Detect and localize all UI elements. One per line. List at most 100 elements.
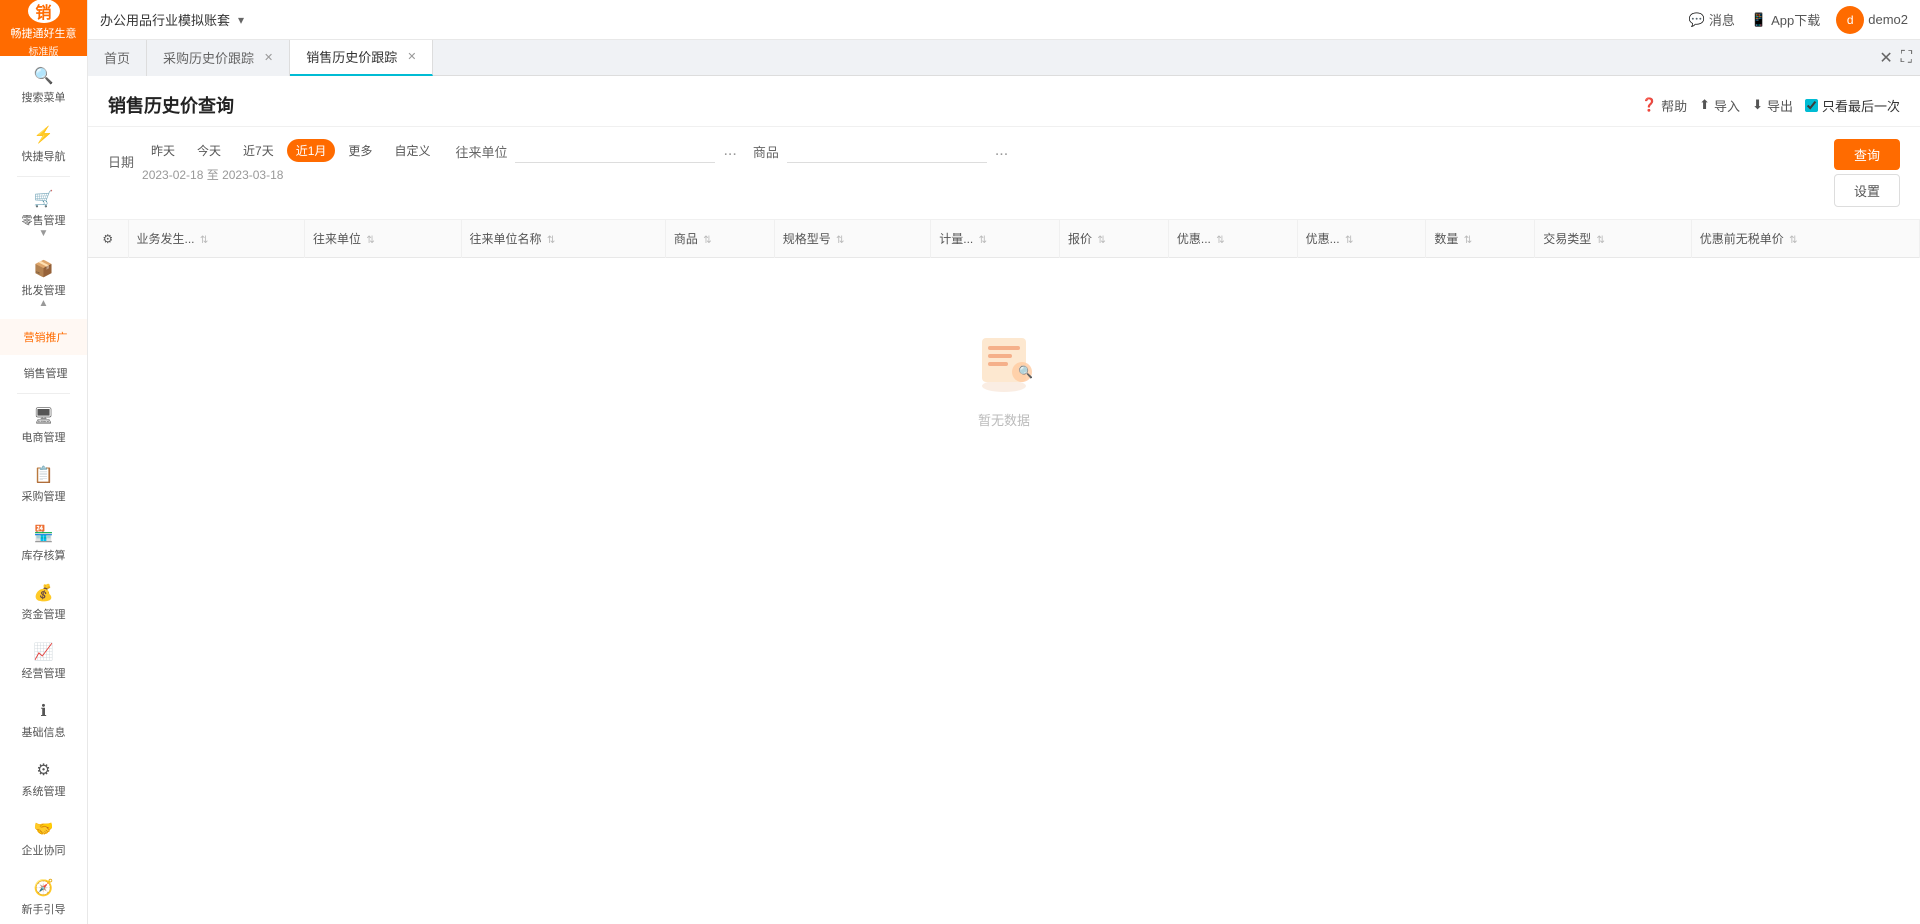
counterparty-filter-group: 往来单位 ... bbox=[455, 139, 736, 163]
col-business-date[interactable]: 业务发生... ⇅ bbox=[128, 220, 304, 258]
page-header: 销售历史价查询 ❓ 帮助 ⬆ 导入 ⬇ 导出 只看最后一次 bbox=[88, 76, 1920, 127]
topbar: 办公用品行业模拟账套 ▾ 💬 消息 📱 App下载 d demo2 bbox=[88, 0, 1920, 40]
topbar-message-btn[interactable]: 💬 消息 bbox=[1689, 10, 1735, 29]
col-product[interactable]: 商品 ⇅ bbox=[665, 220, 774, 258]
sidebar-item-label-purchase: 采购管理 bbox=[22, 488, 66, 504]
col-discount1[interactable]: 优惠... ⇅ bbox=[1168, 220, 1297, 258]
sidebar-item-retail[interactable]: 🛒 零售管理 ▼ bbox=[0, 179, 87, 249]
sidebar-item-sales[interactable]: 销售管理 bbox=[0, 355, 87, 391]
sidebar-item-label-sales: 销售管理 bbox=[24, 365, 68, 381]
only-last-label: 只看最后一次 bbox=[1822, 96, 1900, 115]
sidebar-item-wholesale[interactable]: 📦 批发管理 ▲ bbox=[0, 249, 87, 319]
col-price[interactable]: 报价 ⇅ bbox=[1060, 220, 1169, 258]
date-buttons-row: 昨天 今天 近7天 近1月 更多 自定义 bbox=[142, 139, 439, 162]
col-quantity[interactable]: 数量 ⇅ bbox=[1426, 220, 1535, 258]
tab-purchase-history-label: 采购历史价跟踪 bbox=[163, 48, 254, 67]
sidebar-item-ecommerce[interactable]: 🖥 电商管理 bbox=[0, 396, 87, 455]
tab-close-all-btn[interactable]: ✕ bbox=[1879, 48, 1892, 68]
col-pretax-price[interactable]: 优惠前无税单价 ⇅ bbox=[1691, 220, 1919, 258]
sidebar-item-quicknav[interactable]: ⚡ 快捷导航 bbox=[0, 115, 87, 174]
sidebar-item-marketing[interactable]: 营销推广 bbox=[0, 319, 87, 355]
product-dots[interactable]: ... bbox=[995, 142, 1008, 160]
sidebar-item-collab[interactable]: 🤝 企业协同 bbox=[0, 809, 87, 868]
only-last-checkbox[interactable] bbox=[1805, 99, 1818, 112]
basicinfo-icon: ℹ bbox=[40, 701, 46, 721]
date-btn-today[interactable]: 今天 bbox=[188, 139, 230, 162]
sidebar-item-label-quicknav: 快捷导航 bbox=[22, 148, 66, 164]
topbar-dropdown[interactable]: ▾ bbox=[238, 13, 244, 27]
export-btn[interactable]: ⬇ 导出 bbox=[1752, 96, 1793, 115]
col-spec-label: 规格型号 bbox=[783, 232, 831, 246]
tab-fullscreen-btn[interactable]: ⛶ bbox=[1901, 49, 1912, 67]
sidebar-item-label-inventory: 库存核算 bbox=[22, 547, 66, 563]
col-gear[interactable]: ⚙ bbox=[88, 220, 128, 258]
sort-icon-discount1: ⇅ bbox=[1216, 235, 1224, 246]
sidebar-item-search[interactable]: 🔍 搜索菜单 bbox=[0, 56, 87, 115]
sidebar-item-guide[interactable]: 🧭 新手引导 bbox=[0, 868, 87, 924]
sort-icon-counterparty-name: ⇅ bbox=[547, 235, 555, 246]
product-input[interactable] bbox=[787, 139, 987, 163]
sort-icon-quantity: ⇅ bbox=[1464, 235, 1472, 246]
purchase-icon: 📋 bbox=[34, 465, 54, 485]
table-container: ⚙ 业务发生... ⇅ 往来单位 ⇅ 往来单位名称 ⇅ bbox=[88, 220, 1920, 924]
topbar-user[interactable]: d demo2 bbox=[1836, 6, 1908, 34]
sidebar-item-label-marketing: 营销推广 bbox=[24, 329, 68, 345]
sidebar-item-finance[interactable]: 💰 资金管理 bbox=[0, 573, 87, 632]
counterparty-dots[interactable]: ... bbox=[723, 142, 736, 160]
counterparty-input[interactable] bbox=[515, 139, 715, 163]
sidebar-item-operations[interactable]: 📈 经营管理 bbox=[0, 632, 87, 691]
sort-icon-business-date: ⇅ bbox=[200, 235, 208, 246]
date-btn-1month[interactable]: 近1月 bbox=[287, 139, 336, 162]
tab-home[interactable]: 首页 bbox=[88, 40, 147, 76]
quicknav-icon: ⚡ bbox=[34, 125, 54, 145]
query-button[interactable]: 查询 bbox=[1834, 139, 1900, 170]
date-range-row: 2023-02-18 至 2023-03-18 bbox=[142, 166, 439, 183]
brand-name: 畅捷通好生意 bbox=[11, 25, 77, 41]
topbar-appdownload-btn[interactable]: 📱 App下载 bbox=[1751, 10, 1820, 29]
help-icon: ❓ bbox=[1641, 97, 1657, 113]
message-label: 消息 bbox=[1709, 10, 1735, 29]
import-btn[interactable]: ⬆ 导入 bbox=[1699, 96, 1740, 115]
sidebar-item-system[interactable]: ⚙ 系统管理 bbox=[0, 750, 87, 809]
date-btn-yesterday[interactable]: 昨天 bbox=[142, 139, 184, 162]
date-btn-7days[interactable]: 近7天 bbox=[234, 139, 283, 162]
appdownload-icon: 📱 bbox=[1751, 12, 1767, 28]
table-header-row: ⚙ 业务发生... ⇅ 往来单位 ⇅ 往来单位名称 ⇅ bbox=[88, 220, 1920, 258]
sort-icon-pretax-price: ⇅ bbox=[1789, 235, 1797, 246]
empty-text: 暂无数据 bbox=[978, 410, 1030, 429]
tab-sales-history[interactable]: 销售历史价跟踪 ✕ bbox=[290, 40, 433, 76]
col-product-label: 商品 bbox=[674, 232, 698, 246]
tab-sales-close-icon[interactable]: ✕ bbox=[407, 50, 416, 63]
counterparty-label: 往来单位 bbox=[455, 142, 507, 161]
query-buttons-group: 查询 设置 bbox=[1834, 139, 1900, 207]
col-unit[interactable]: 计量... ⇅ bbox=[931, 220, 1060, 258]
date-filter-group: 日期 昨天 今天 近7天 近1月 更多 自定义 2023-02-18 至 202… bbox=[108, 139, 439, 183]
sidebar-item-basic-info[interactable]: ℹ 基础信息 bbox=[0, 691, 87, 750]
wholesale-arrow: ▲ bbox=[39, 298, 49, 309]
retail-arrow: ▼ bbox=[39, 228, 49, 239]
col-spec[interactable]: 规格型号 ⇅ bbox=[774, 220, 931, 258]
sidebar-item-label-finance: 资金管理 bbox=[22, 606, 66, 622]
date-btn-custom[interactable]: 自定义 bbox=[385, 139, 439, 162]
tab-purchase-close-icon[interactable]: ✕ bbox=[264, 51, 273, 64]
export-label: 导出 bbox=[1767, 96, 1793, 115]
col-counterparty[interactable]: 往来单位 ⇅ bbox=[304, 220, 461, 258]
date-btn-more[interactable]: 更多 bbox=[339, 139, 381, 162]
brand-subtitle: 标准版 bbox=[29, 43, 59, 58]
logo-icon: 销 bbox=[28, 0, 60, 23]
col-discount2[interactable]: 优惠... ⇅ bbox=[1297, 220, 1426, 258]
appdownload-label: App下载 bbox=[1771, 10, 1820, 29]
sidebar-item-purchase[interactable]: 📋 采购管理 bbox=[0, 455, 87, 514]
settings-button[interactable]: 设置 bbox=[1834, 174, 1900, 207]
tab-purchase-history[interactable]: 采购历史价跟踪 ✕ bbox=[147, 40, 290, 76]
help-btn[interactable]: ❓ 帮助 bbox=[1641, 96, 1687, 115]
sort-icon-counterparty: ⇅ bbox=[366, 235, 374, 246]
gear-icon[interactable]: ⚙ bbox=[102, 232, 113, 246]
empty-icon: 🔍 bbox=[964, 318, 1044, 398]
sort-icon-spec: ⇅ bbox=[836, 235, 844, 246]
col-discount2-label: 优惠... bbox=[1306, 232, 1340, 246]
sidebar-item-inventory[interactable]: 🏪 库存核算 bbox=[0, 514, 87, 573]
only-last-checkbox-group[interactable]: 只看最后一次 bbox=[1805, 96, 1900, 115]
col-counterparty-name[interactable]: 往来单位名称 ⇅ bbox=[461, 220, 665, 258]
col-trade-type[interactable]: 交易类型 ⇅ bbox=[1535, 220, 1692, 258]
